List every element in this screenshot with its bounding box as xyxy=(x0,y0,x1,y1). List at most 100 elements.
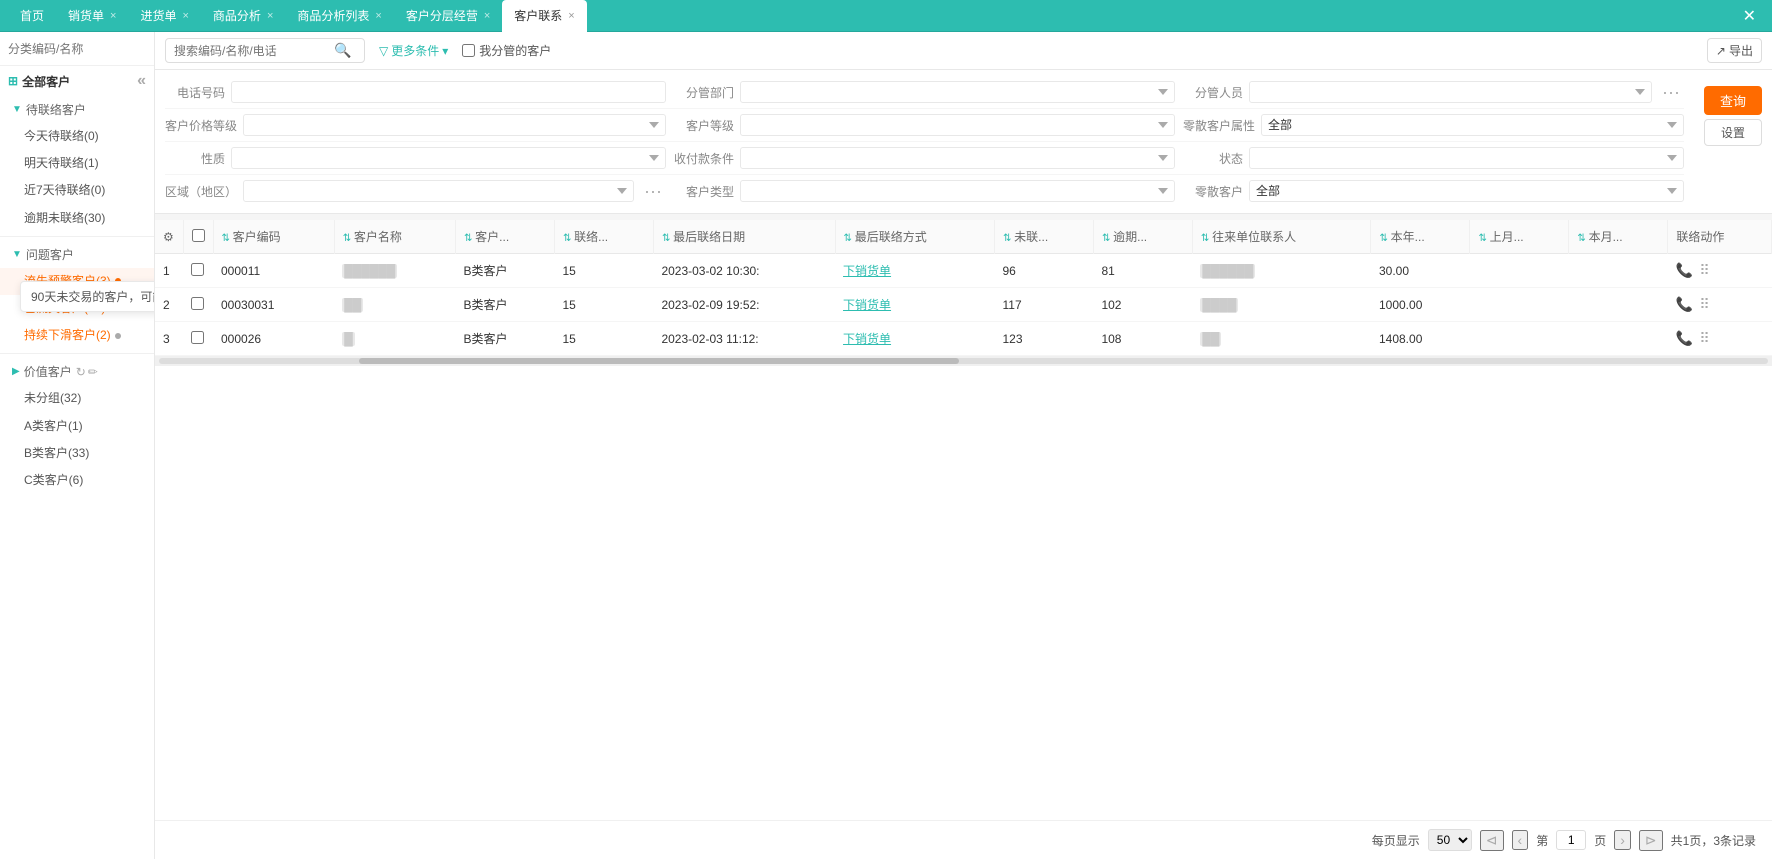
filter-select-customer-type[interactable] xyxy=(740,180,1175,202)
edit-icon[interactable]: ✏ xyxy=(88,365,98,379)
filter-input-phone[interactable] xyxy=(231,81,666,103)
tab-sales-close[interactable]: × xyxy=(110,10,116,22)
cell-contact: 15 xyxy=(554,322,653,356)
per-page-select[interactable]: 50 xyxy=(1428,829,1472,851)
tab-purchase[interactable]: 进货单 × xyxy=(128,0,200,32)
scroll-thumb[interactable] xyxy=(359,358,959,364)
th-last-month[interactable]: ⇅ 上月... xyxy=(1470,220,1569,254)
filter-select-dept[interactable] xyxy=(740,81,1175,103)
export-button[interactable]: ↗ 导出 xyxy=(1707,38,1762,63)
filter-label-price-level: 客户价格等级 xyxy=(165,117,237,134)
filter-row-1: 电话号码 分管部门 分管人员 ··· xyxy=(165,76,1684,109)
cell-checkbox[interactable] xyxy=(183,322,213,356)
sidebar-item-class-c[interactable]: C类客户(6) xyxy=(0,467,154,494)
contact-icon[interactable]: 📞 xyxy=(1676,262,1693,279)
setting-button[interactable]: 设置 xyxy=(1704,119,1762,146)
filter-select-customer-level[interactable] xyxy=(740,114,1175,136)
th-person[interactable]: ⇅ 往来单位联系人 xyxy=(1192,220,1371,254)
th-this-month[interactable]: ⇅ 本月... xyxy=(1569,220,1668,254)
sidebar-item-7days[interactable]: 近7天待联络(0) xyxy=(0,177,154,204)
cell-method[interactable]: 下销货单 xyxy=(835,288,994,322)
sidebar-item-declining[interactable]: 持续下滑客户(2) xyxy=(0,322,154,349)
sidebar-item-class-b[interactable]: B类客户(33) xyxy=(0,440,154,467)
th-overdue[interactable]: ⇅ 逾期... xyxy=(1093,220,1192,254)
sidebar-group-pending[interactable]: ▼ 待联络客户 xyxy=(0,96,154,123)
search-submit-icon[interactable]: 🔍 xyxy=(334,42,351,59)
sidebar-item-tomorrow[interactable]: 明天待联络(1) xyxy=(0,150,154,177)
tab-customer-tier[interactable]: 客户分层经营 × xyxy=(394,0,502,32)
last-page-btn[interactable]: ⊳ xyxy=(1639,830,1663,851)
more-actions-icon[interactable]: ⠿ xyxy=(1699,330,1709,347)
search-input[interactable] xyxy=(174,44,334,58)
sidebar-item-overdue[interactable]: 逾期未联络(30) xyxy=(0,205,154,232)
refresh-icon[interactable]: ↻ xyxy=(76,365,86,379)
filter-select-payment[interactable] xyxy=(740,147,1175,169)
more-conditions-btn[interactable]: ▽ 更多条件 ▾ xyxy=(373,39,454,62)
th-contact[interactable]: ⇅ 联络... xyxy=(554,220,653,254)
sidebar-all-customers[interactable]: ⊞ 全部客户 « xyxy=(0,66,154,96)
tab-analysis-list-close[interactable]: × xyxy=(375,10,381,22)
sort-icon-contact: ⇅ xyxy=(563,233,574,244)
tab-analysis[interactable]: 商品分析 × xyxy=(201,0,285,32)
sidebar-item-ungroup[interactable]: 未分组(32) xyxy=(0,385,154,412)
th-last-method[interactable]: ⇅ 最后联络方式 xyxy=(835,220,994,254)
contact-icon[interactable]: 📞 xyxy=(1676,330,1693,347)
tab-customer-contact-close[interactable]: × xyxy=(568,10,574,22)
filter-select-person[interactable] xyxy=(1249,81,1652,103)
settings-icon[interactable]: ⚙ xyxy=(163,230,174,244)
tab-purchase-close[interactable]: × xyxy=(182,10,188,22)
first-page-btn[interactable]: ⊲ xyxy=(1480,830,1504,851)
cell-this-month xyxy=(1569,254,1668,288)
filter-person-more[interactable]: ··· xyxy=(1658,83,1684,101)
cell-overdue: 108 xyxy=(1093,322,1192,356)
prev-page-btn[interactable]: ‹ xyxy=(1512,830,1529,850)
cell-method[interactable]: 下销货单 xyxy=(835,254,994,288)
tab-sales[interactable]: 销货单 × xyxy=(56,0,128,32)
filter-select-retail-customer[interactable]: 全部 xyxy=(1249,180,1684,202)
tab-analysis-close[interactable]: × xyxy=(267,10,273,22)
my-customers-checkbox[interactable] xyxy=(462,44,475,57)
filter-action-buttons: 查询 设置 xyxy=(1694,70,1772,213)
sidebar-group-value[interactable]: ▶ 价值客户 ↻ ✏ xyxy=(0,358,154,385)
filter-select-status[interactable] xyxy=(1249,147,1684,169)
cell-uncontact: 117 xyxy=(994,288,1093,322)
more-actions-icon[interactable]: ⠿ xyxy=(1699,296,1709,313)
cell-checkbox[interactable] xyxy=(183,254,213,288)
tab-home[interactable]: 首页 xyxy=(8,0,56,32)
th-code[interactable]: ⇅ 客户编码 xyxy=(213,220,334,254)
cell-index: 3 xyxy=(155,322,183,356)
th-last-date[interactable]: ⇅ 最后联络日期 xyxy=(653,220,835,254)
cell-actions: 📞 ⠿ xyxy=(1668,322,1772,356)
tab-analysis-list[interactable]: 商品分析列表 × xyxy=(285,0,393,32)
cell-this-year: 30.00 xyxy=(1371,254,1470,288)
window-close-button[interactable]: ✕ xyxy=(1735,6,1764,26)
tab-customer-tier-close[interactable]: × xyxy=(484,10,490,22)
page-number-input[interactable] xyxy=(1556,830,1586,850)
filter-region-more[interactable]: ··· xyxy=(640,182,666,200)
query-button[interactable]: 查询 xyxy=(1704,86,1762,115)
filter-select-region[interactable] xyxy=(243,180,634,202)
cell-checkbox[interactable] xyxy=(183,288,213,322)
filter-select-nature[interactable] xyxy=(231,147,666,169)
filter-select-retail-attr[interactable]: 全部 xyxy=(1261,114,1684,136)
th-name[interactable]: ⇅ 客户名称 xyxy=(334,220,455,254)
sidebar-item-today[interactable]: 今天待联络(0) xyxy=(0,123,154,150)
sidebar-search-input[interactable] xyxy=(8,42,155,56)
th-type[interactable]: ⇅ 客户... xyxy=(456,220,555,254)
more-actions-icon[interactable]: ⠿ xyxy=(1699,262,1709,279)
page-suffix: 页 xyxy=(1594,832,1606,849)
sidebar-collapse-btn[interactable]: « xyxy=(137,72,146,90)
tab-customer-contact[interactable]: 客户联系 × xyxy=(502,0,586,32)
horizontal-scrollbar[interactable] xyxy=(155,356,1772,366)
filter-select-price-level[interactable] xyxy=(243,114,666,136)
th-settings[interactable]: ⚙ xyxy=(155,220,183,254)
next-page-btn[interactable]: › xyxy=(1614,830,1631,850)
th-uncontact[interactable]: ⇅ 未联... xyxy=(994,220,1093,254)
sidebar-item-class-a[interactable]: A类客户(1) xyxy=(0,413,154,440)
th-this-year[interactable]: ⇅ 本年... xyxy=(1371,220,1470,254)
total-records-label: 共1页，3条记录 xyxy=(1671,832,1756,849)
contact-icon[interactable]: 📞 xyxy=(1676,296,1693,313)
select-all-checkbox[interactable] xyxy=(192,229,205,242)
cell-method[interactable]: 下销货单 xyxy=(835,322,994,356)
sidebar-group-problem[interactable]: ▼ 问题客户 90天未交易的客户，可能有流失风险。 xyxy=(0,241,154,268)
